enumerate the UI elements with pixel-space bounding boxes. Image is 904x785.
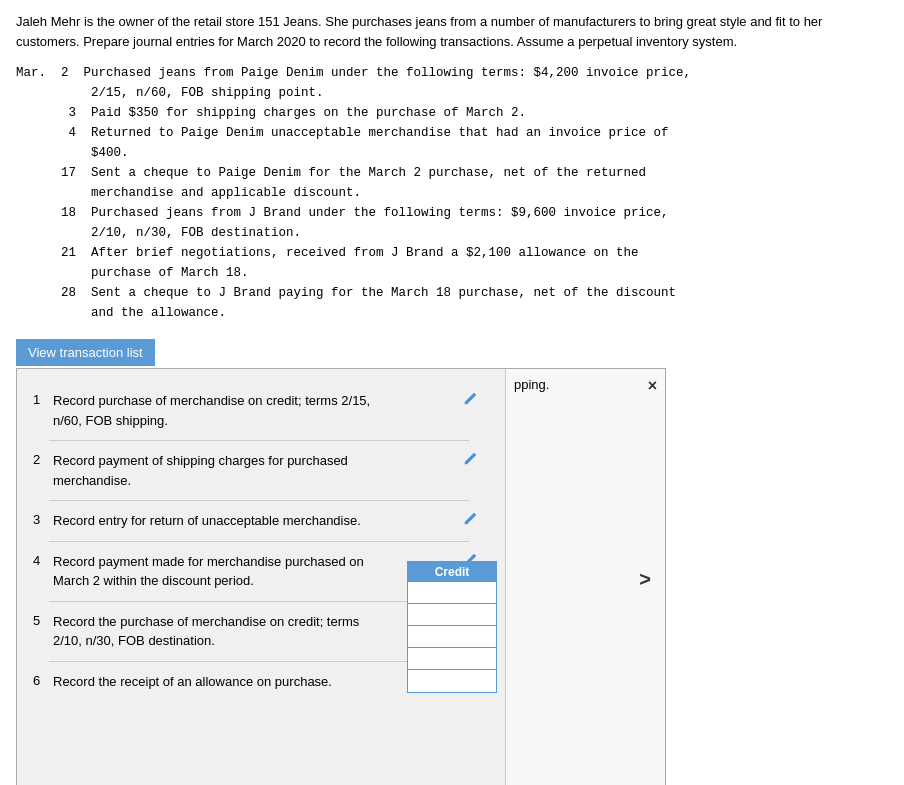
modal-content: 1 Record purchase of merchandise on cred… [17,369,665,785]
item-number: 3 [33,511,53,527]
edit-icon[interactable] [457,511,485,525]
item-number: 1 [33,391,53,407]
credit-row [408,626,496,648]
credit-section: Credit [407,561,497,693]
credit-header: Credit [408,562,496,582]
credit-row [408,582,496,604]
credit-row [408,648,496,670]
item-number: 4 [33,552,53,568]
transactions-block: Mar. 2 Purchased jeans from Paige Denim … [16,63,888,323]
transaction-modal: × 1 Record purchase of merchandise on cr… [16,368,666,785]
nav-arrow-right-icon[interactable]: > [639,568,651,591]
page-container: Jaleh Mehr is the owner of the retail st… [0,0,904,785]
list-item: 2 Record payment of shipping charges for… [33,441,485,500]
item-text: Record purchase of merchandise on credit… [53,391,457,430]
item-number: 2 [33,451,53,467]
list-item: 3 Record entry for return of unacceptabl… [33,501,485,541]
item-text: Record the receipt of an allowance on pu… [53,672,457,692]
credit-row [408,604,496,626]
item-text: Record entry for return of unacceptable … [53,511,457,531]
intro-paragraph: Jaleh Mehr is the owner of the retail st… [16,12,888,51]
item-text: Record payment of shipping charges for p… [53,451,457,490]
item-number: 6 [33,672,53,688]
item-number: 5 [33,612,53,628]
intro-text: Jaleh Mehr is the owner of the retail st… [16,14,822,49]
transactions-label: Mar. 2 Purchased jeans from Paige Denim … [16,66,691,320]
credit-row [408,670,496,692]
item-text: Record payment made for merchandise purc… [53,552,457,591]
edit-icon[interactable] [457,451,485,465]
right-panel: pping. > [505,369,665,785]
view-transaction-list-button[interactable]: View transaction list [16,339,155,366]
item-text: Record the purchase of merchandise on cr… [53,612,457,651]
edit-icon[interactable] [457,391,485,405]
close-button[interactable]: × [648,377,657,395]
pping-text: pping. [506,369,665,400]
credit-rows [408,582,496,692]
list-item: 1 Record purchase of merchandise on cred… [33,381,485,440]
